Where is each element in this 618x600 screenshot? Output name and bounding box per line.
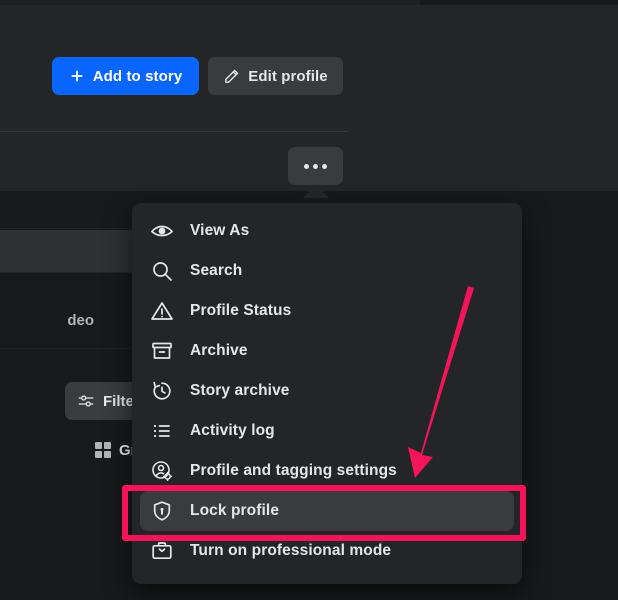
profile-options-menu: View As Search Profile Status <box>132 203 522 584</box>
list-divider-mid <box>0 272 150 273</box>
briefcase-icon <box>150 539 174 563</box>
menu-item-turn-on-professional-mode[interactable]: Turn on professional mode <box>140 531 514 571</box>
magnifier-icon <box>150 259 174 283</box>
top-edge-strip <box>0 0 420 5</box>
list-divider-bottom <box>0 348 150 349</box>
menu-item-label: Activity log <box>190 422 275 440</box>
menu-item-profile-and-tagging-settings[interactable]: Profile and tagging settings <box>140 451 514 491</box>
shield-lock-icon <box>150 499 174 523</box>
menu-item-label: Story archive <box>190 382 290 400</box>
list-divider-top <box>0 228 150 229</box>
menu-item-story-archive[interactable]: Story archive <box>140 371 514 411</box>
selected-list-row[interactable] <box>0 230 150 272</box>
menu-item-search[interactable]: Search <box>140 251 514 291</box>
screenshot-root: Add to story Edit profile deo <box>0 0 618 600</box>
edit-profile-label: Edit profile <box>248 68 328 85</box>
eye-icon <box>150 219 174 243</box>
menu-item-profile-status[interactable]: Profile Status <box>140 291 514 331</box>
menu-item-label: Lock profile <box>190 502 279 520</box>
menu-item-label: Archive <box>190 342 248 360</box>
menu-item-label: Turn on professional mode <box>190 542 391 560</box>
more-options-button[interactable] <box>288 147 343 185</box>
menu-item-activity-log[interactable]: Activity log <box>140 411 514 451</box>
pencil-icon <box>223 68 240 85</box>
menu-item-label: Profile Status <box>190 302 291 320</box>
edit-profile-button[interactable]: Edit profile <box>208 57 343 95</box>
add-to-story-label: Add to story <box>93 68 183 85</box>
grid-icon <box>95 442 111 458</box>
menu-item-label: View As <box>190 222 249 240</box>
menu-item-archive[interactable]: Archive <box>140 331 514 371</box>
clock-history-icon <box>150 379 174 403</box>
list-icon <box>150 419 174 443</box>
header-divider <box>0 131 348 132</box>
person-gear-icon <box>150 459 174 483</box>
sliders-icon <box>77 392 95 410</box>
warning-triangle-icon <box>150 299 174 323</box>
archive-box-icon <box>150 339 174 363</box>
video-tab-label: deo <box>0 307 94 333</box>
menu-item-label: Profile and tagging settings <box>190 462 397 480</box>
plus-icon <box>69 68 85 84</box>
menu-item-lock-profile[interactable]: Lock profile <box>140 491 514 531</box>
menu-caret <box>303 185 329 198</box>
add-to-story-button[interactable]: Add to story <box>52 57 199 95</box>
menu-item-label: Search <box>190 262 242 280</box>
menu-item-view-as[interactable]: View As <box>140 211 514 251</box>
ellipsis-icon <box>304 164 327 169</box>
